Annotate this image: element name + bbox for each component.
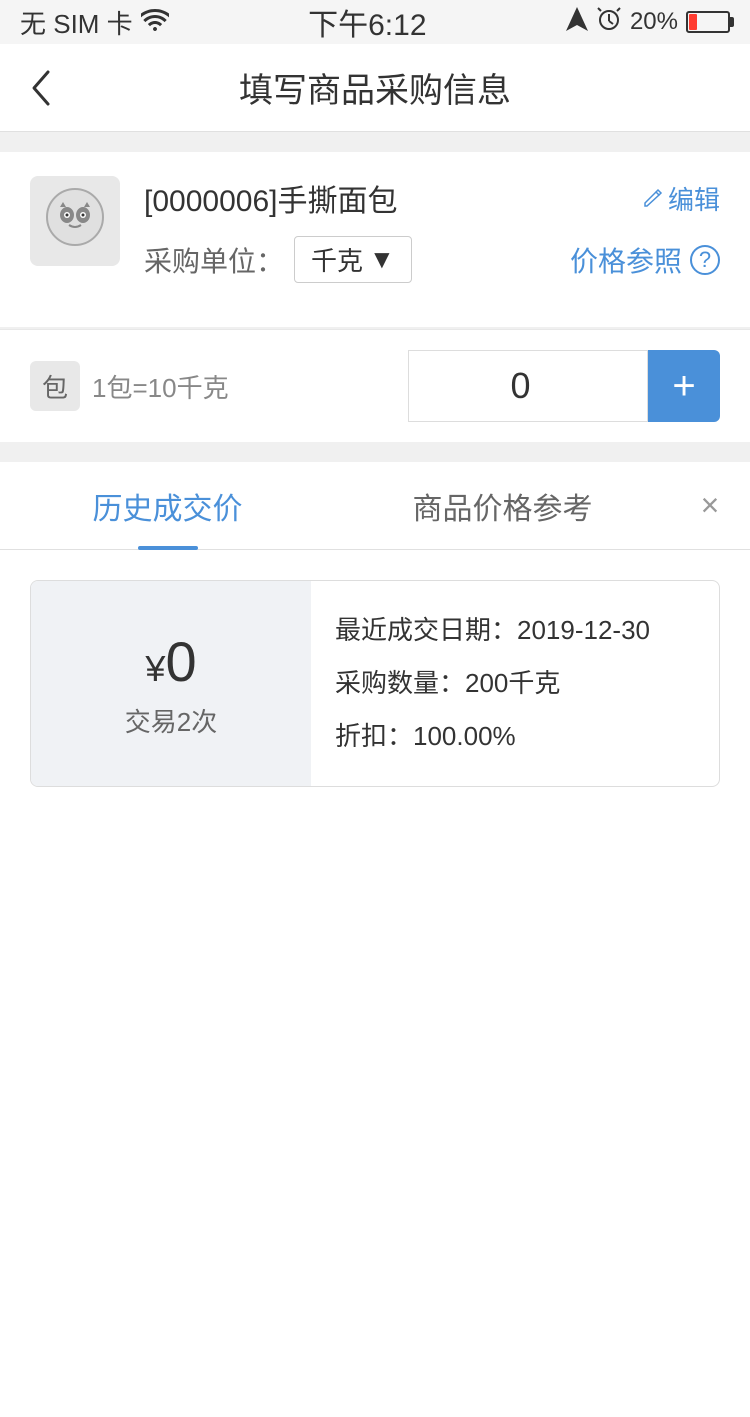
history-transaction-count: 交易2次 [125,702,217,739]
history-card: ¥0 交易2次 最近成交日期：2019-12-30 采购数量：200千克 折扣：… [30,580,720,787]
price-reference-button[interactable]: 价格参照 ? [570,240,720,280]
time-display: 下午6:12 [308,0,426,44]
status-right: 20% [566,5,730,40]
history-price-display: ¥0 [145,629,196,694]
tabs-header: 历史成交价 商品价格参考 × [0,462,750,550]
tab-price-reference[interactable]: 商品价格参考 [335,462,670,550]
history-detail-right: 最近成交日期：2019-12-30 采购数量：200千克 折扣：100.00% [311,581,719,786]
back-button[interactable] [0,44,80,132]
product-name-row: [0000006]手撕面包 编辑 [144,176,720,220]
wifi-icon [141,7,169,38]
quantity-row: 包 1包=10千克 + [0,329,750,442]
history-content: ¥0 交易2次 最近成交日期：2019-12-30 采购数量：200千克 折扣：… [0,550,750,817]
unit-row: 采购单位： 千克 ▼ 价格参照 ? [144,236,720,283]
product-name: [0000006]手撕面包 [144,176,397,220]
edit-button[interactable]: 编辑 [642,180,720,217]
quantity-input[interactable] [408,350,648,422]
page-title: 填写商品采购信息 [239,63,511,112]
unit-conversion-text: 1包=10千克 [92,368,229,405]
product-card: [0000006]手撕面包 编辑 采购单位： 千克 ▼ [0,152,750,327]
tabs-container: 历史成交价 商品价格参考 × ¥0 交易2次 最近成交日期：2019-12-30… [0,462,750,817]
product-header: [0000006]手撕面包 编辑 采购单位： 千克 ▼ [30,176,720,283]
product-owl-icon [45,187,105,256]
bottom-space [0,817,750,1417]
battery-percent: 20% [630,8,678,36]
product-thumbnail [30,176,120,266]
battery-icon [686,11,730,33]
history-discount-row: 折扣：100.00% [335,717,695,756]
status-left: 无 SIM 卡 [20,4,169,41]
section-divider [0,442,750,462]
help-circle-icon: ? [690,245,720,275]
gps-icon [566,5,588,40]
unit-select-dropdown[interactable]: 千克 ▼ [294,236,412,283]
nav-bar: 填写商品采购信息 [0,44,750,132]
tab-history-price[interactable]: 历史成交价 [0,462,335,550]
carrier-text: 无 SIM 卡 [20,4,133,41]
product-info: [0000006]手撕面包 编辑 采购单位： 千克 ▼ [144,176,720,283]
unit-box: 包 [30,361,80,411]
history-quantity-row: 采购数量：200千克 [335,664,695,703]
history-date-row: 最近成交日期：2019-12-30 [335,611,695,650]
history-price-left: ¥0 交易2次 [31,581,311,786]
status-bar: 无 SIM 卡 下午6:12 20% [0,0,750,44]
quantity-input-group: + [408,350,720,422]
quantity-plus-button[interactable]: + [648,350,720,422]
dropdown-arrow-icon: ▼ [369,244,395,275]
alarm-icon [596,6,622,39]
tabs-close-button[interactable]: × [670,462,750,550]
unit-label: 采购单位： 千克 ▼ [144,236,412,283]
quantity-unit-info: 包 1包=10千克 [30,361,229,411]
